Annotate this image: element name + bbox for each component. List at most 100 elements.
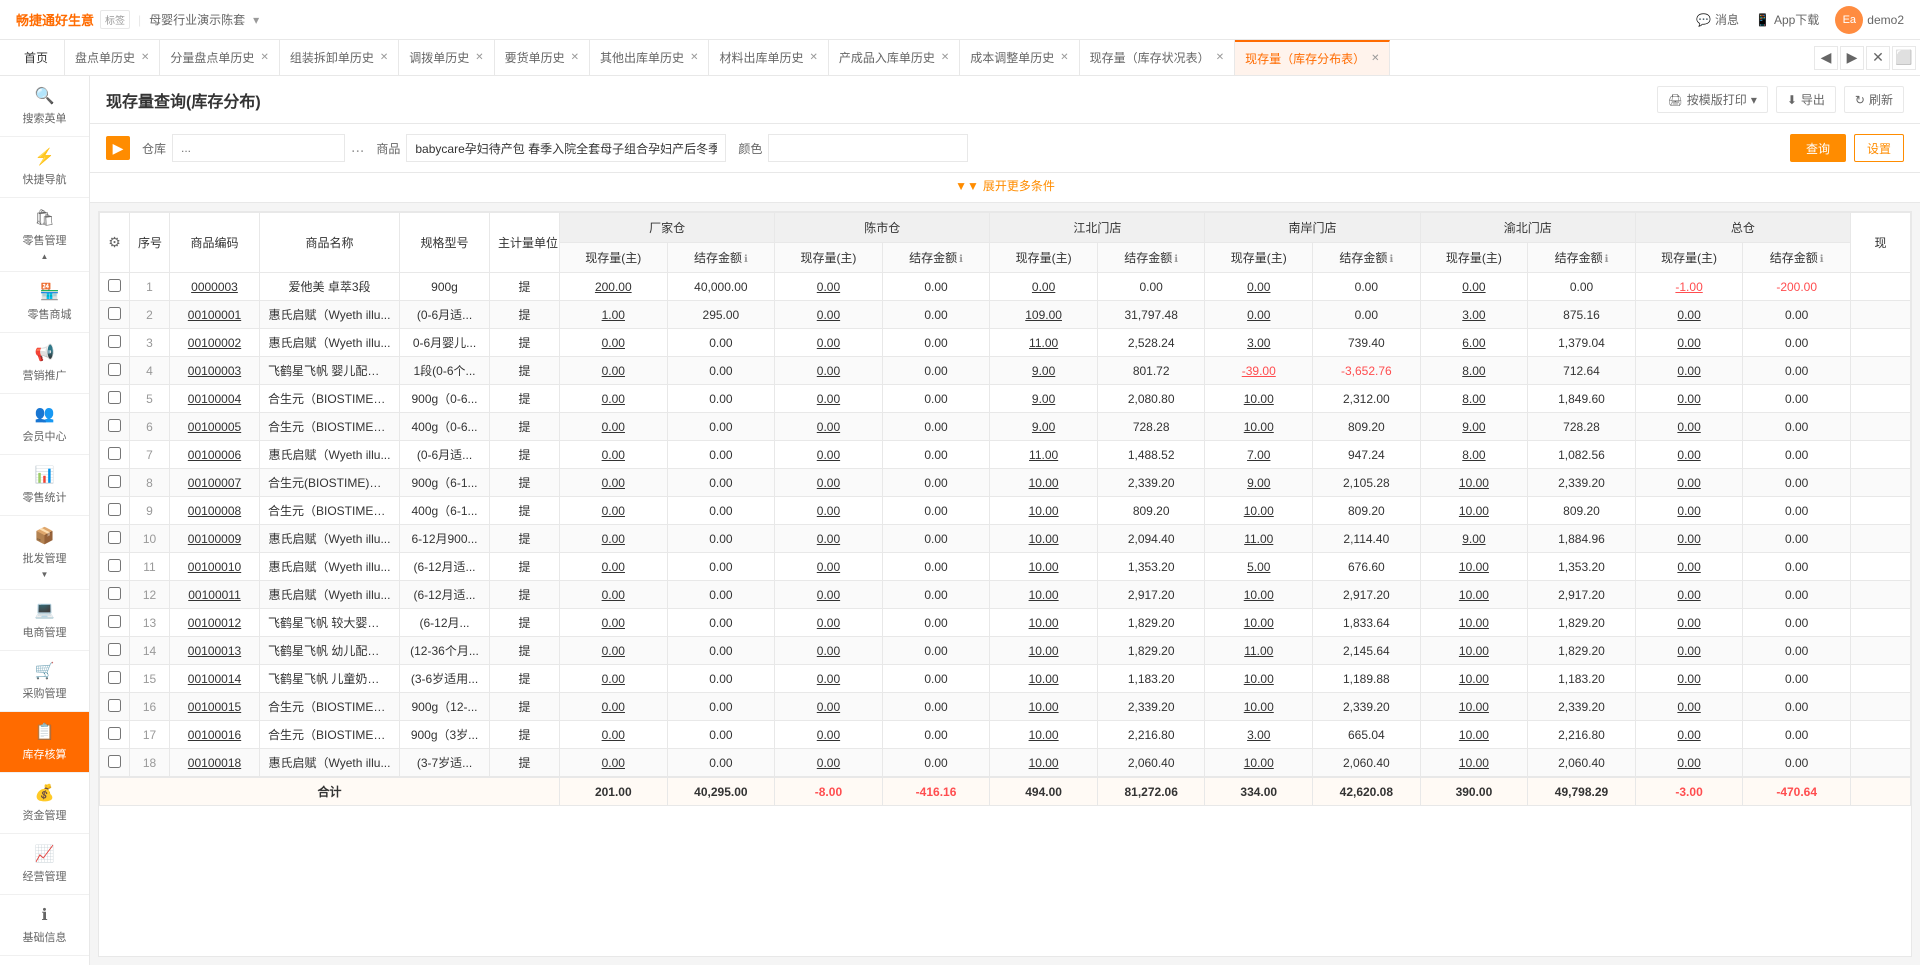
product-code-link[interactable]: 00100016 (188, 728, 241, 742)
product-code-link[interactable]: 00100006 (188, 448, 241, 462)
settings-btn[interactable]: 设置 (1854, 134, 1904, 162)
product-code-link[interactable]: 00100015 (188, 700, 241, 714)
tab-prev-btn[interactable]: ◀ (1814, 46, 1838, 70)
product-code-link[interactable]: 00100013 (188, 644, 241, 658)
sidebar-item-wholesale[interactable]: 📦 批发管理 ▼ (0, 516, 89, 590)
tab-otherout[interactable]: 其他出库单历史 ✕ (590, 40, 709, 76)
product-code-link[interactable]: 00100018 (188, 756, 241, 770)
chenshi-amount-info-icon[interactable]: ℹ (959, 254, 963, 265)
product-code-link[interactable]: 00100007 (188, 476, 241, 490)
query-btn[interactable]: 查询 (1790, 134, 1846, 162)
cell-check[interactable] (100, 357, 130, 385)
product-code-link[interactable]: 00100014 (188, 672, 241, 686)
sidebar-item-system[interactable]: ⚙ 系统管理 (0, 956, 89, 965)
tab-productsin[interactable]: 产成品入库单历史 ✕ (829, 40, 960, 76)
yubei-amount-info-icon[interactable]: ℹ (1605, 254, 1609, 265)
tab-otherout-close[interactable]: ✕ (690, 52, 698, 63)
tab-order[interactable]: 要货单历史 ✕ (495, 40, 590, 76)
sidebar-item-search[interactable]: 🔍 搜索英单 (0, 76, 89, 137)
nanan-amount-info-icon[interactable]: ℹ (1389, 254, 1393, 265)
sidebar-item-retail-stats[interactable]: 📊 零售统计 (0, 455, 89, 516)
app-download-btn[interactable]: 📱 App下载 (1755, 11, 1819, 28)
tab-stockdist[interactable]: 现存量（库存分布表） ✕ (1235, 40, 1390, 76)
product-code-link[interactable]: 00100002 (188, 336, 241, 350)
warehouse-input[interactable] (172, 134, 345, 162)
table-container[interactable]: ⚙ 序号 商品编码 商品名称 规格型号 主计量单位 厂家仓 陈市仓 江北门店 南… (98, 211, 1912, 957)
tab-stocktable-close[interactable]: ✕ (1216, 52, 1224, 63)
tab-splitpoint-close[interactable]: ✕ (260, 52, 268, 63)
refresh-btn[interactable]: ↻ 刷新 (1844, 86, 1904, 113)
tab-adjust[interactable]: 调拨单历史 ✕ (399, 40, 494, 76)
filter-toggle-btn[interactable]: ▶ (106, 136, 130, 160)
tab-stocktable[interactable]: 现存量（库存状况表） ✕ (1080, 40, 1235, 76)
product-code-link[interactable]: 00100012 (188, 616, 241, 630)
cell-check[interactable] (100, 609, 130, 637)
sidebar-item-purchase[interactable]: 🛒 采购管理 (0, 651, 89, 712)
expand-conditions-btn[interactable]: ▼▼ 展开更多条件 (955, 177, 1055, 194)
cell-check[interactable] (100, 301, 130, 329)
product-code-link[interactable]: 00100001 (188, 308, 241, 322)
cell-check[interactable] (100, 329, 130, 357)
tab-assemble-close[interactable]: ✕ (380, 52, 388, 63)
tab-splitpoint[interactable]: 分量盘点单历史 ✕ (160, 40, 279, 76)
cell-check[interactable] (100, 693, 130, 721)
cell-check[interactable] (100, 273, 130, 301)
dropdown-label[interactable]: 母婴行业演示陈套 (149, 11, 245, 28)
product-code-link[interactable]: 00100011 (188, 588, 241, 602)
tab-order-close[interactable]: ✕ (571, 52, 579, 63)
cell-check[interactable] (100, 469, 130, 497)
product-input[interactable] (406, 134, 726, 162)
tab-point-close[interactable]: ✕ (141, 52, 149, 63)
sidebar-item-quicknav[interactable]: ⚡ 快捷导航 (0, 137, 89, 198)
product-code-link[interactable]: 00100005 (188, 420, 241, 434)
tab-next-btn[interactable]: ▶ (1840, 46, 1864, 70)
cell-check[interactable] (100, 385, 130, 413)
tab-materialout-close[interactable]: ✕ (809, 52, 817, 63)
message-btn[interactable]: 💬 消息 (1696, 11, 1739, 28)
tab-maximize-btn[interactable]: ⬜ (1892, 46, 1916, 70)
user-area[interactable]: Ea demo2 (1835, 6, 1904, 34)
tab-adjust-close[interactable]: ✕ (475, 52, 483, 63)
warehouse-dots[interactable]: ... (351, 139, 364, 157)
tab-productsin-close[interactable]: ✕ (941, 52, 949, 63)
product-code-link[interactable]: 00100009 (188, 532, 241, 546)
product-code-link[interactable]: 00100008 (188, 504, 241, 518)
sidebar-item-retail-shop[interactable]: 🏪 零售商城 (0, 272, 89, 333)
sidebar-item-inventory[interactable]: 📋 库存核算 (0, 712, 89, 773)
sidebar-item-retail[interactable]: 🛍 零售管理 ▲ (0, 198, 89, 272)
product-code-link[interactable]: 0000003 (191, 280, 238, 294)
cell-check[interactable] (100, 581, 130, 609)
total-amount-info-icon[interactable]: ℹ (1820, 254, 1824, 265)
cell-check[interactable] (100, 553, 130, 581)
product-code-link[interactable]: 00100003 (188, 364, 241, 378)
sidebar-item-operation[interactable]: 📈 经营管理 (0, 834, 89, 895)
print-btn[interactable]: 🖨 按模版打印 ▾ (1657, 86, 1768, 113)
cell-check[interactable] (100, 525, 130, 553)
color-input[interactable] (768, 134, 968, 162)
tab-materialout[interactable]: 材料出库单历史 ✕ (709, 40, 828, 76)
sidebar-item-finance[interactable]: 💰 资金管理 (0, 773, 89, 834)
cell-check[interactable] (100, 413, 130, 441)
product-code-link[interactable]: 00100010 (188, 560, 241, 574)
cell-check[interactable] (100, 749, 130, 778)
tab-assemble[interactable]: 组装拆卸单历史 ✕ (280, 40, 399, 76)
cell-check[interactable] (100, 497, 130, 525)
jiangbei-amount-info-icon[interactable]: ℹ (1174, 254, 1178, 265)
cell-check[interactable] (100, 665, 130, 693)
sidebar-item-marketing[interactable]: 📢 营销推广 (0, 333, 89, 394)
gear-icon[interactable]: ⚙ (108, 234, 121, 250)
product-code-link[interactable]: 00100004 (188, 392, 241, 406)
tab-costadjust-close[interactable]: ✕ (1060, 52, 1068, 63)
tab-costadjust[interactable]: 成本调整单历史 ✕ (960, 40, 1079, 76)
export-btn[interactable]: ⬇ 导出 (1776, 86, 1836, 113)
col-settings-header[interactable]: ⚙ (100, 213, 130, 273)
sidebar-item-basic[interactable]: ℹ 基础信息 (0, 895, 89, 956)
tab-close-all-btn[interactable]: ✕ (1866, 46, 1890, 70)
sidebar-item-member[interactable]: 👥 会员中心 (0, 394, 89, 455)
cell-check[interactable] (100, 637, 130, 665)
tab-point[interactable]: 盘点单历史 ✕ (65, 40, 160, 76)
tab-home[interactable]: 首页 (8, 40, 65, 76)
tab-stockdist-close[interactable]: ✕ (1371, 53, 1379, 64)
cell-check[interactable] (100, 721, 130, 749)
sidebar-item-ecommerce[interactable]: 💻 电商管理 (0, 590, 89, 651)
